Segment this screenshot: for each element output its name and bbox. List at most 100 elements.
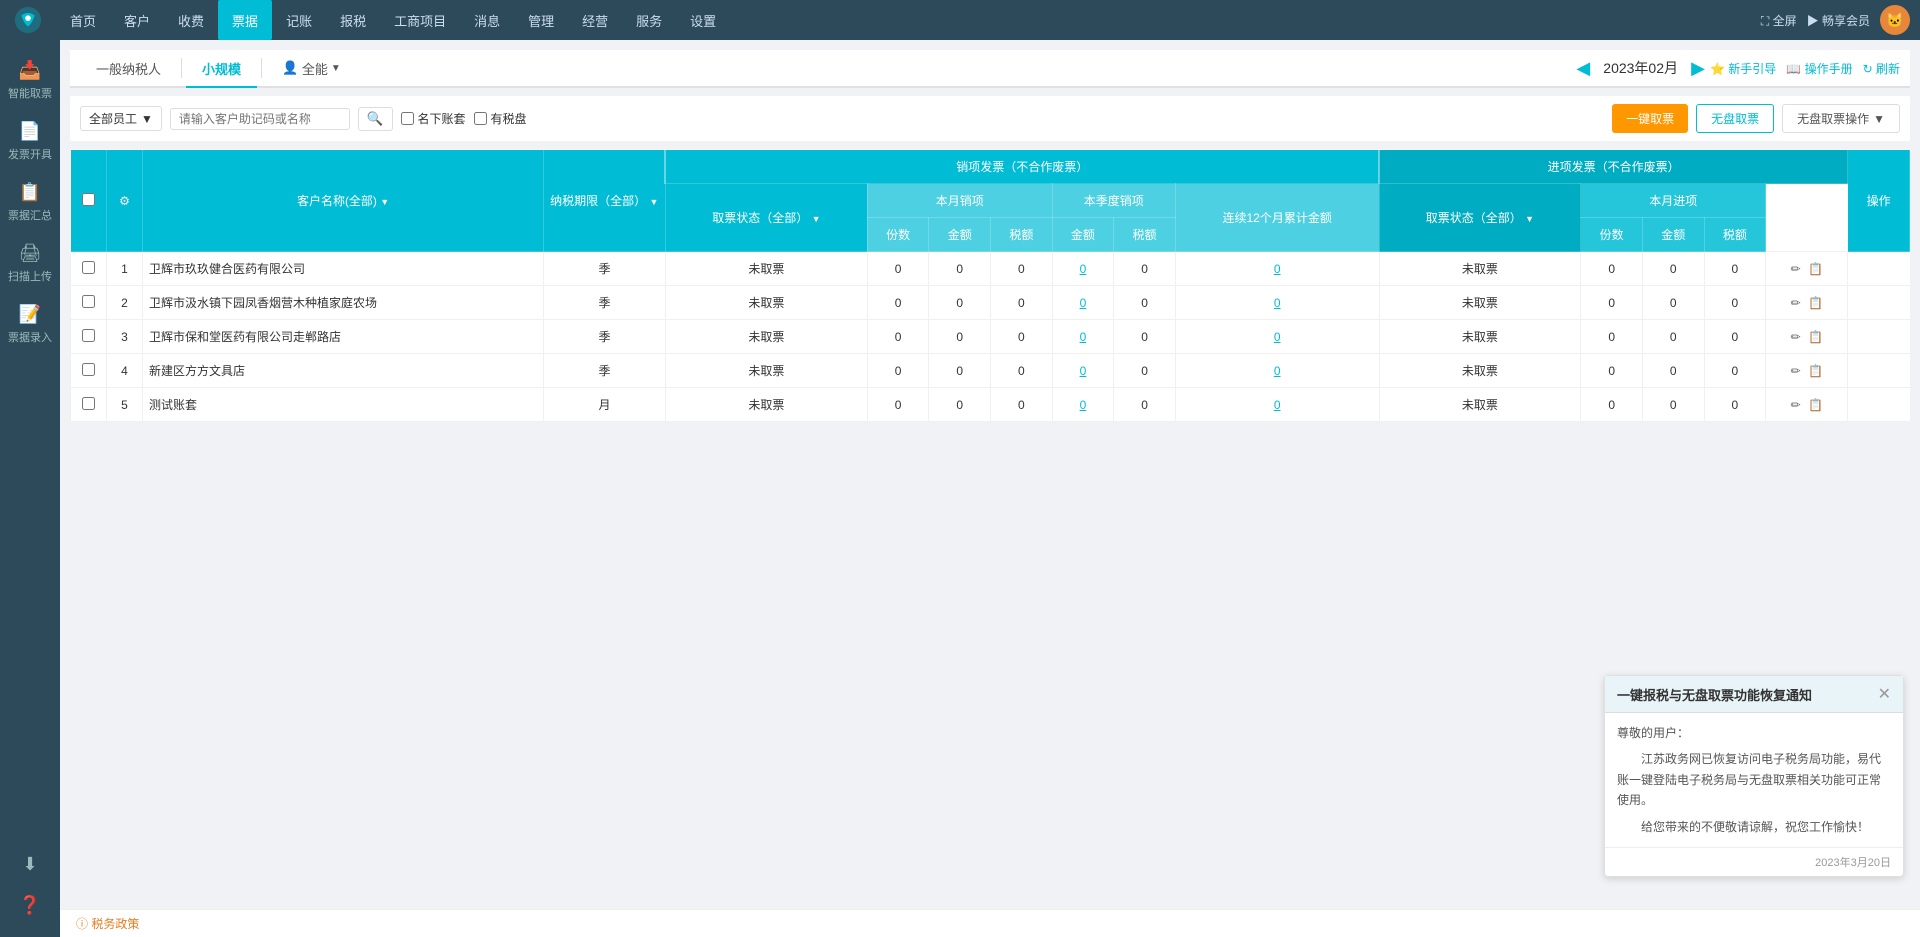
edit-icon[interactable]: ✏ — [1791, 398, 1801, 412]
cumulative-link[interactable]: 0 — [1274, 364, 1281, 378]
sidebar-bottom-help[interactable]: ❓ — [13, 889, 47, 922]
manual-btn[interactable]: 📖 操作手册 — [1786, 60, 1852, 77]
input-group-header: 进项发票（不合作废票） — [1379, 150, 1848, 184]
row-sales-month-amount: 0 — [929, 286, 991, 320]
row-checkbox[interactable] — [82, 329, 95, 342]
user-avatar[interactable]: 🐱 — [1880, 5, 1910, 35]
nav-customer[interactable]: 客户 — [110, 0, 164, 40]
nav-operation[interactable]: 经营 — [568, 0, 622, 40]
row-sales-quarter-tax: 0 — [1114, 388, 1176, 422]
no-disk-ops-btn[interactable]: 无盘取票操作 ▼ — [1782, 104, 1900, 133]
filter-icon[interactable]: ▼ — [380, 197, 389, 207]
row-sales-month-count: 0 — [867, 354, 929, 388]
tab-general-taxpayer[interactable]: 一般纳税人 — [80, 50, 177, 88]
sales-quarter-tax-col: 税额 — [1114, 218, 1176, 252]
filter-icon[interactable]: ▼ — [650, 197, 659, 207]
cumulative-link[interactable]: 0 — [1274, 296, 1281, 310]
filter-icon[interactable]: ▼ — [812, 214, 821, 224]
view-icon[interactable]: 📋 — [1808, 398, 1823, 412]
nav-business[interactable]: 工商项目 — [380, 0, 460, 40]
nav-billing[interactable]: 收费 — [164, 0, 218, 40]
period-next-btn[interactable]: ▶ — [1686, 56, 1710, 80]
tab-divider-2 — [261, 58, 262, 78]
cumulative-link[interactable]: 0 — [1274, 330, 1281, 344]
row-input-month-tax: 0 — [1704, 252, 1766, 286]
vip-btn[interactable]: ▶ 畅享会员 — [1807, 12, 1870, 29]
nav-accounting[interactable]: 记账 — [272, 0, 326, 40]
row-actions: ✏ 📋 — [1766, 252, 1848, 286]
nav-invoice[interactable]: 票据 — [218, 0, 272, 40]
no-disk-ticket-btn[interactable]: 无盘取票 — [1696, 104, 1774, 133]
row-customer-name: 卫辉市保和堂医药有限公司走郸路店 — [143, 320, 544, 354]
row-cumulative: 0 — [1175, 286, 1379, 320]
invoice-table-container: ⚙ 客户名称(全部) ▼ 纳税期限（全部） ▼ 销项发票（不合作废票） 进项发票… — [70, 149, 1910, 422]
quarter-amount-link[interactable]: 0 — [1080, 330, 1087, 344]
refresh-btn[interactable]: ↻ 刷新 — [1863, 60, 1900, 77]
row-input-month-amount: 0 — [1642, 320, 1704, 354]
row-sales-month-amount: 0 — [929, 252, 991, 286]
sidebar-item-smart-ticket[interactable]: 📥 智能取票 — [0, 50, 60, 111]
select-all-checkbox[interactable] — [82, 193, 95, 206]
nav-service[interactable]: 服务 — [622, 0, 676, 40]
nav-manage[interactable]: 管理 — [514, 0, 568, 40]
view-icon[interactable]: 📋 — [1808, 296, 1823, 310]
edit-icon[interactable]: ✏ — [1791, 330, 1801, 344]
tab-divider — [181, 58, 182, 78]
row-checkbox[interactable] — [82, 397, 95, 410]
status-tax-policy[interactable]: 税务政策 — [91, 915, 139, 932]
invoice-entry-icon: 📝 — [19, 304, 41, 325]
search-button[interactable]: 🔍 — [358, 107, 393, 131]
row-actions: ✏ 📋 — [1766, 388, 1848, 422]
search-input[interactable] — [170, 108, 350, 130]
view-icon[interactable]: 📋 — [1808, 262, 1823, 276]
filter-icon[interactable]: ▼ — [1525, 214, 1534, 224]
nav-settings[interactable]: 设置 — [676, 0, 730, 40]
view-icon[interactable]: 📋 — [1808, 330, 1823, 344]
sidebar-item-scan-upload[interactable]: 🖨 扫描上传 — [0, 233, 60, 294]
row-checkbox-cell — [71, 388, 107, 422]
nav-message[interactable]: 消息 — [460, 0, 514, 40]
quarter-amount-link[interactable]: 0 — [1080, 398, 1087, 412]
row-cumulative: 0 — [1175, 320, 1379, 354]
sidebar-item-invoice-entry[interactable]: 📝 票据录入 — [0, 294, 60, 355]
row-sales-month-count: 0 — [867, 286, 929, 320]
sidebar-item-invoice-summary[interactable]: 📋 票据汇总 — [0, 172, 60, 233]
employee-selector[interactable]: 全部员工 ▼ — [80, 106, 162, 131]
top-navigation: 首页 客户 收费 票据 记账 报税 工商项目 消息 管理 经营 服务 设置 ⛶ … — [0, 0, 1920, 40]
row-input-month-count: 0 — [1581, 286, 1643, 320]
sidebar-bottom-download[interactable]: ⬇ — [16, 848, 43, 881]
row-tax-period: 季 — [544, 286, 666, 320]
quarter-amount-link[interactable]: 0 — [1080, 364, 1087, 378]
edit-icon[interactable]: ✏ — [1791, 262, 1801, 276]
row-checkbox[interactable] — [82, 363, 95, 376]
row-checkbox[interactable] — [82, 295, 95, 308]
tab-small-scale[interactable]: 小规模 — [186, 50, 257, 88]
row-checkbox[interactable] — [82, 261, 95, 274]
fullscreen-btn[interactable]: ⛶ 全屏 — [1761, 12, 1797, 29]
nav-home[interactable]: 首页 — [56, 0, 110, 40]
checkbox-tax-label[interactable]: 有税盘 — [474, 110, 527, 127]
guide-btn[interactable]: ⭐ 新手引导 — [1710, 60, 1776, 77]
row-customer-name: 卫辉市玖玖健合医药有限公司 — [143, 252, 544, 286]
tab-all[interactable]: 👤 全能 ▼ — [266, 50, 357, 88]
sales-group-header: 销项发票（不合作废票） — [665, 150, 1379, 184]
quarter-amount-link[interactable]: 0 — [1080, 262, 1087, 276]
select-all-col — [71, 150, 107, 252]
notification-close-btn[interactable]: ✕ — [1878, 684, 1891, 704]
sidebar-item-invoice-issue[interactable]: 📄 发票开具 — [0, 111, 60, 172]
table-row: 5 测试账套 月 未取票 0 0 0 0 0 0 未取票 0 0 0 ✏ 📋 — [71, 388, 1910, 422]
checkbox-name-label[interactable]: 名下账套 — [401, 110, 466, 127]
app-logo[interactable] — [10, 2, 46, 38]
cumulative-link[interactable]: 0 — [1274, 262, 1281, 276]
nav-tax[interactable]: 报税 — [326, 0, 380, 40]
period-prev-btn[interactable]: ◀ — [1571, 56, 1595, 80]
edit-icon[interactable]: ✏ — [1791, 364, 1801, 378]
edit-icon[interactable]: ✏ — [1791, 296, 1801, 310]
cumulative-link[interactable]: 0 — [1274, 398, 1281, 412]
view-icon[interactable]: 📋 — [1808, 364, 1823, 378]
checkbox-name[interactable] — [401, 112, 414, 125]
one-click-ticket-btn[interactable]: 一键取票 — [1612, 104, 1688, 133]
row-sales-quarter-tax: 0 — [1114, 252, 1176, 286]
quarter-amount-link[interactable]: 0 — [1080, 296, 1087, 310]
checkbox-tax[interactable] — [474, 112, 487, 125]
